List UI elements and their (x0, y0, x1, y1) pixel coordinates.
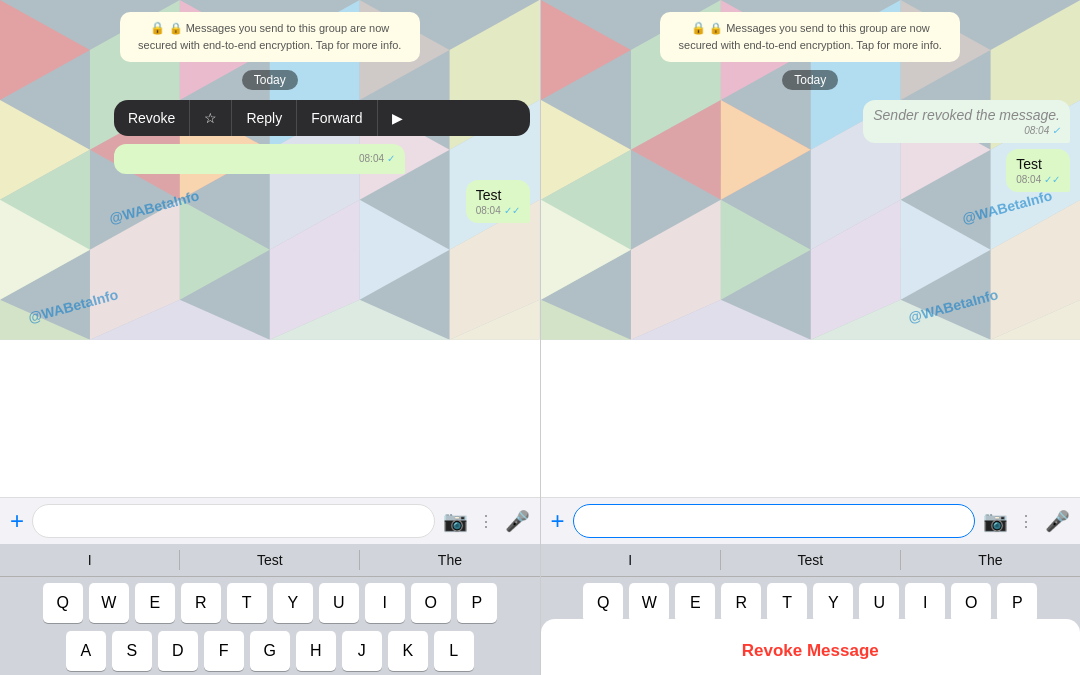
messages-area-right: Sender revoked the message. 08:04 ✓ Test… (551, 100, 1071, 192)
key-y-right[interactable]: Y (813, 583, 853, 623)
message-meta-1-left: 08:04 ✓ (124, 153, 395, 164)
key-row-1-right: Q W E R T Y U I O P (545, 583, 1077, 623)
key-h-left[interactable]: H (296, 631, 336, 671)
date-pill-right: Today (782, 70, 838, 90)
key-j-left[interactable]: J (342, 631, 382, 671)
camera-icon-right[interactable]: 📷 (983, 509, 1008, 533)
key-e-right[interactable]: E (675, 583, 715, 623)
star-button[interactable]: ☆ (190, 100, 232, 136)
key-y-left[interactable]: Y (273, 583, 313, 623)
key-t-right[interactable]: T (767, 583, 807, 623)
key-i-left[interactable]: I (365, 583, 405, 623)
left-chat-area: 🔒 🔒 Messages you send to this group are … (0, 0, 540, 497)
autocomplete-test-right[interactable]: Test (721, 550, 901, 570)
messages-area-left: Revoke ☆ Reply Forward ▶ (10, 100, 530, 223)
key-g-left[interactable]: G (250, 631, 290, 671)
key-w-right[interactable]: W (629, 583, 669, 623)
key-f-left[interactable]: F (204, 631, 244, 671)
input-icons-left: 📷 ⋮ 🎤 (443, 509, 530, 533)
keyboard-right: I Test The Q W E R T Y U I O P A S D F (541, 544, 1081, 675)
key-t-left[interactable]: T (227, 583, 267, 623)
key-s-left[interactable]: S (112, 631, 152, 671)
right-panel: 🔒 🔒 Messages you send to this group are … (541, 0, 1081, 675)
key-o-left[interactable]: O (411, 583, 451, 623)
forward-button[interactable]: Forward (297, 100, 377, 136)
keyboard-left: I Test The Q W E R T Y U I O P A S D F (0, 544, 540, 675)
revoke-sheet[interactable]: Revoke Message (541, 619, 1081, 675)
key-o-right[interactable]: O (951, 583, 991, 623)
left-panel: 🔒 🔒 Messages you send to this group are … (0, 0, 540, 675)
key-l-left[interactable]: L (434, 631, 474, 671)
key-u-left[interactable]: U (319, 583, 359, 623)
keyboard-rows-left: Q W E R T Y U I O P A S D F G H J K L (0, 577, 540, 675)
encryption-notice-right: 🔒 🔒 Messages you send to this group are … (660, 12, 960, 62)
key-r-left[interactable]: R (181, 583, 221, 623)
date-pill-left: Today (242, 70, 298, 90)
key-d-left[interactable]: D (158, 631, 198, 671)
message-input-right[interactable] (573, 504, 975, 538)
key-e-left[interactable]: E (135, 583, 175, 623)
key-u-right[interactable]: U (859, 583, 899, 623)
mic-icon-right[interactable]: 🎤 (1045, 509, 1070, 533)
key-row-2-left: A S D F G H J K L (4, 631, 536, 671)
key-q-left[interactable]: Q (43, 583, 83, 623)
message-bubble-2-right: Test 08:04 ✓✓ (1006, 149, 1070, 192)
dots-icon-left[interactable]: ⋮ (478, 512, 495, 531)
mic-icon-left[interactable]: 🎤 (505, 509, 530, 533)
input-bar-left: + 📷 ⋮ 🎤 (0, 497, 540, 544)
context-menu: Revoke ☆ Reply Forward ▶ (114, 100, 530, 136)
message-meta-2-right: 08:04 ✓✓ (1016, 174, 1060, 185)
message-bubble-2-left: Test 08:04 ✓✓ (466, 180, 530, 223)
message-input-left[interactable] (32, 504, 434, 538)
right-chat-content: 🔒 🔒 Messages you send to this group are … (541, 0, 1081, 497)
more-button[interactable]: ▶ (378, 100, 417, 136)
revoked-message-meta: 08:04 ✓ (873, 125, 1060, 136)
plus-button-left[interactable]: + (10, 507, 24, 535)
autocomplete-bar-right: I Test The (541, 544, 1081, 577)
message-meta-2-left: 08:04 ✓✓ (476, 205, 520, 216)
autocomplete-i-left[interactable]: I (0, 550, 180, 570)
dots-icon-right[interactable]: ⋮ (1018, 512, 1035, 531)
autocomplete-bar-left: I Test The (0, 544, 540, 577)
camera-icon-left[interactable]: 📷 (443, 509, 468, 533)
key-k-left[interactable]: K (388, 631, 428, 671)
autocomplete-the-right[interactable]: The (901, 550, 1080, 570)
autocomplete-i-right[interactable]: I (541, 550, 721, 570)
plus-button-right[interactable]: + (551, 507, 565, 535)
key-q-right[interactable]: Q (583, 583, 623, 623)
key-r-right[interactable]: R (721, 583, 761, 623)
revoke-message-title[interactable]: Revoke Message (541, 633, 1081, 667)
revoke-button[interactable]: Revoke (114, 100, 190, 136)
lock-icon-left: 🔒 (150, 21, 165, 35)
key-a-left[interactable]: A (66, 631, 106, 671)
key-p-left[interactable]: P (457, 583, 497, 623)
key-p-right[interactable]: P (997, 583, 1037, 623)
revoked-message-bubble: Sender revoked the message. 08:04 ✓ (863, 100, 1070, 143)
encryption-notice-left: 🔒 🔒 Messages you send to this group are … (120, 12, 420, 62)
left-chat-content: 🔒 🔒 Messages you send to this group are … (0, 0, 540, 497)
input-icons-right: 📷 ⋮ 🎤 (983, 509, 1070, 533)
key-w-left[interactable]: W (89, 583, 129, 623)
key-row-1-left: Q W E R T Y U I O P (4, 583, 536, 623)
input-bar-right: + 📷 ⋮ 🎤 (541, 497, 1081, 544)
message-bubble-1-left: 08:04 ✓ (114, 144, 405, 174)
autocomplete-test-left[interactable]: Test (180, 550, 360, 570)
lock-icon-right: 🔒 (691, 21, 706, 35)
autocomplete-the-left[interactable]: The (360, 550, 539, 570)
key-i-right[interactable]: I (905, 583, 945, 623)
reply-button[interactable]: Reply (232, 100, 297, 136)
right-chat-area: 🔒 🔒 Messages you send to this group are … (541, 0, 1081, 497)
